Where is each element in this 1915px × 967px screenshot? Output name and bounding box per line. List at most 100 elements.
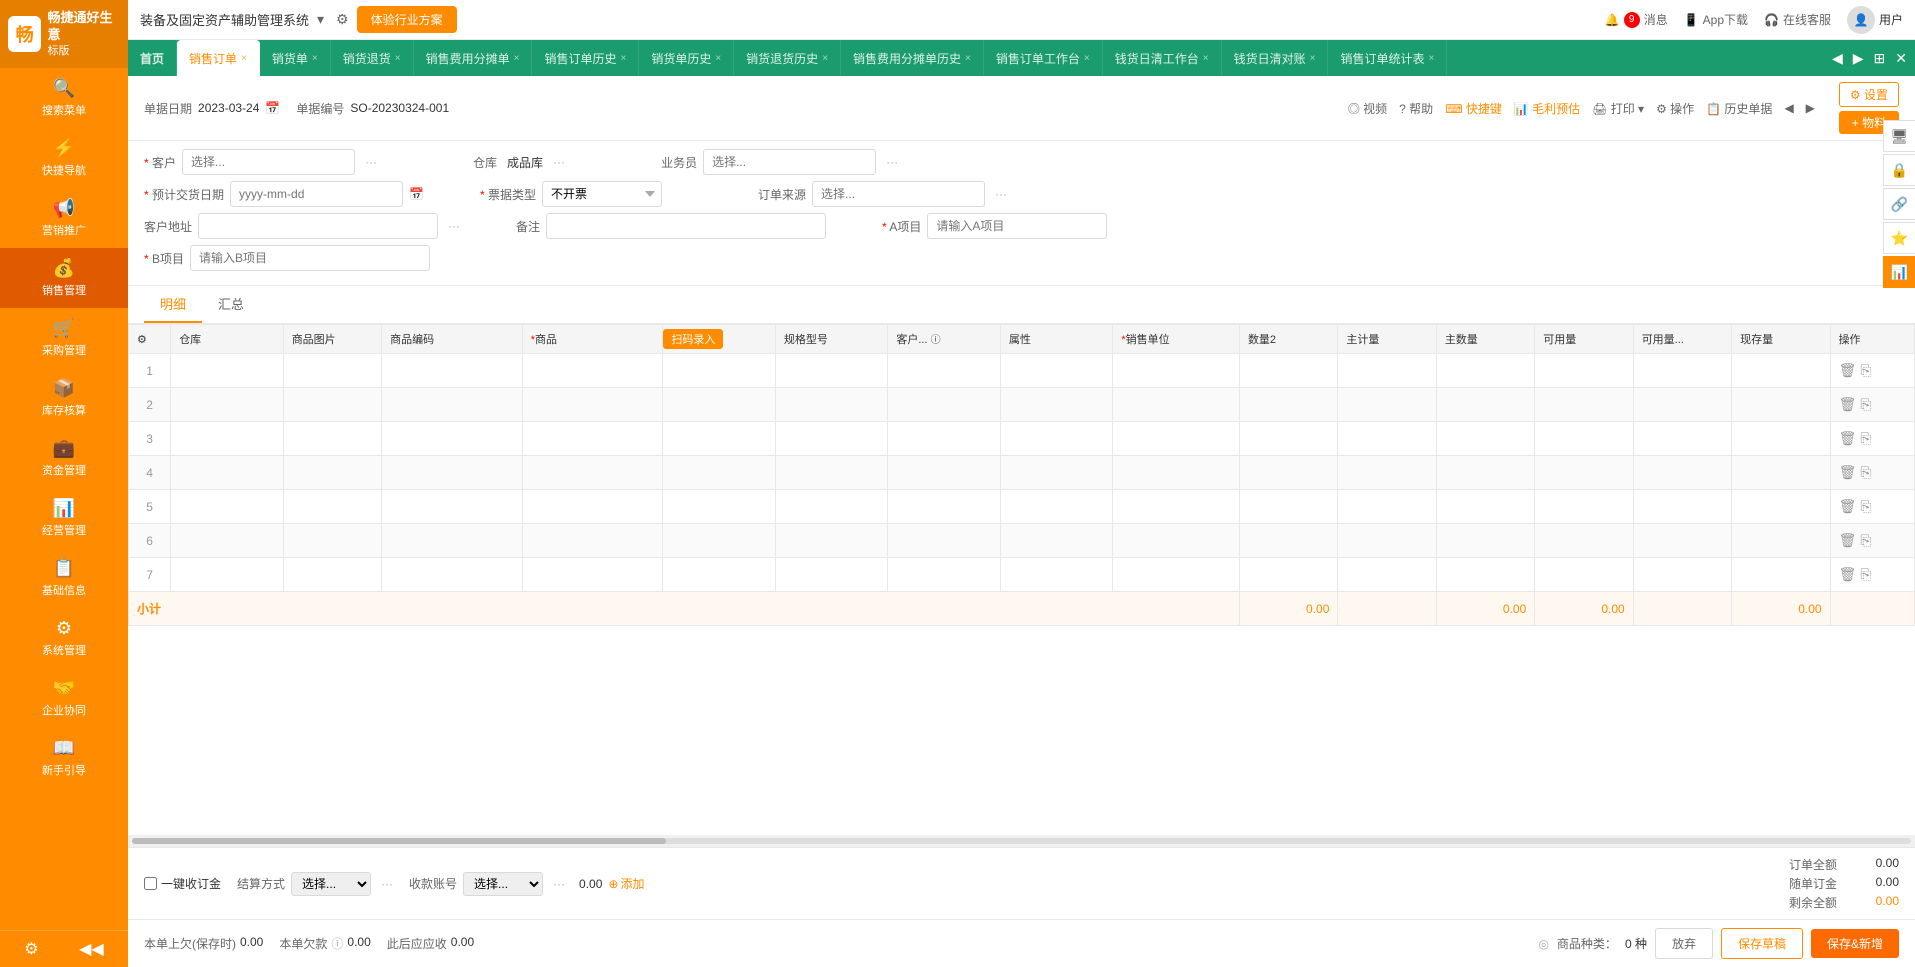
cell-available2[interactable] <box>1633 490 1731 524</box>
delivery-calendar-icon[interactable]: 📅 <box>409 187 424 201</box>
customer-input[interactable] <box>182 149 355 175</box>
cell-current[interactable] <box>1732 354 1830 388</box>
notification-item[interactable]: 🔔 9 消息 <box>1605 11 1668 28</box>
cell-available2[interactable] <box>1633 558 1731 592</box>
cell-main-qty[interactable] <box>1436 354 1534 388</box>
cell-spec[interactable] <box>775 354 888 388</box>
address-more-icon[interactable]: ··· <box>448 219 460 233</box>
cell-current[interactable] <box>1732 388 1830 422</box>
cell-qty2[interactable] <box>1239 558 1337 592</box>
checkout-method-select[interactable]: 选择... <box>291 872 371 896</box>
cell-unit[interactable] <box>1113 456 1240 490</box>
cell-main-unit[interactable] <box>1338 558 1436 592</box>
copy-icon[interactable]: ⎘ <box>1860 430 1871 447</box>
tab-menu-icon[interactable]: ⊞ <box>1870 48 1890 69</box>
cell-product[interactable] <box>522 524 663 558</box>
cell-unit[interactable] <box>1113 422 1240 456</box>
scroll-thumb[interactable] <box>132 838 666 844</box>
tab-销售费用分摊单历史[interactable]: 销售费用分摊单历史× <box>841 40 984 76</box>
cell-warehouse[interactable] <box>171 558 284 592</box>
tab-销售订单[interactable]: 销售订单× <box>177 40 260 76</box>
cell-qty2[interactable] <box>1239 354 1337 388</box>
cell-code[interactable] <box>382 422 523 456</box>
tab-close-btn[interactable]: × <box>1084 53 1090 64</box>
cell-qty2[interactable] <box>1239 490 1337 524</box>
tab-close-btn[interactable]: × <box>395 53 401 64</box>
tab-close-btn[interactable]: × <box>1310 53 1316 64</box>
cell-product[interactable] <box>522 456 663 490</box>
cell-product[interactable] <box>522 388 663 422</box>
checkout-more-icon[interactable]: ··· <box>381 877 393 891</box>
save-button[interactable]: 保存&新增 <box>1811 929 1899 958</box>
cell-customer-col[interactable] <box>888 422 1001 456</box>
cell-main-unit[interactable] <box>1338 388 1436 422</box>
cell-product[interactable] <box>522 422 663 456</box>
cell-available[interactable] <box>1535 388 1633 422</box>
tab-close-btn[interactable]: × <box>1428 53 1434 64</box>
shortcut-btn[interactable]: ⌨ 快捷键 <box>1445 100 1502 117</box>
discard-button[interactable]: 放弃 <box>1655 928 1713 959</box>
tab-close-btn[interactable]: × <box>715 53 721 64</box>
date-value[interactable]: 2023-03-24 <box>198 101 259 115</box>
tab-next-arrow[interactable]: ▶ <box>1849 48 1868 69</box>
cell-code[interactable] <box>382 354 523 388</box>
cell-spec[interactable] <box>775 524 888 558</box>
account-select[interactable]: 选择... <box>463 872 543 896</box>
cell-available[interactable] <box>1535 422 1633 456</box>
tab-销售费用分摊单[interactable]: 销售费用分摊单× <box>414 40 533 76</box>
cell-main-qty[interactable] <box>1436 490 1534 524</box>
cell-code[interactable] <box>382 490 523 524</box>
cell-spec[interactable] <box>775 388 888 422</box>
tab-销货单历史[interactable]: 销货单历史× <box>639 40 734 76</box>
invoice-type-select[interactable]: 不开票 <box>542 181 662 207</box>
cell-qty2[interactable] <box>1239 388 1337 422</box>
calendar-icon[interactable]: 📅 <box>265 101 280 115</box>
sidebar-item-库存核算[interactable]: 📦库存核算 <box>0 368 128 428</box>
one-click-checkout-checkbox[interactable]: 一键收订金 <box>144 875 221 892</box>
dropdown-icon[interactable]: ▾ <box>317 11 324 28</box>
cell-product[interactable] <box>522 354 663 388</box>
remarks-input[interactable] <box>546 213 826 239</box>
cell-available2[interactable] <box>1633 422 1731 456</box>
tab-summary[interactable]: 汇总 <box>202 286 260 323</box>
ops-btn[interactable]: ⚙ 操作 <box>1656 100 1694 117</box>
cell-available[interactable] <box>1535 456 1633 490</box>
order-source-input[interactable] <box>812 181 985 207</box>
cell-main-unit[interactable] <box>1338 456 1436 490</box>
cell-product[interactable] <box>522 558 663 592</box>
sidebar-item-搜索菜单[interactable]: 🔍搜索菜单 <box>0 68 128 128</box>
sidebar-item-经营管理[interactable]: 📊经营管理 <box>0 488 128 548</box>
cell-attr[interactable] <box>1000 354 1113 388</box>
one-click-checkout-check[interactable] <box>144 877 157 890</box>
user-menu[interactable]: 👤 用户 <box>1847 6 1903 34</box>
cell-qty2[interactable] <box>1239 422 1337 456</box>
trial-btn[interactable]: 体验行业方案 <box>357 6 457 33</box>
a-project-input[interactable] <box>927 213 1107 239</box>
cell-customer-col[interactable] <box>888 456 1001 490</box>
cell-code[interactable] <box>382 456 523 490</box>
tab-销售订单统计表[interactable]: 销售订单统计表× <box>1328 40 1447 76</box>
cell-main-qty[interactable] <box>1436 422 1534 456</box>
delivery-date-input[interactable] <box>230 181 403 207</box>
sidebar-item-营销推广[interactable]: 📢营销推广 <box>0 188 128 248</box>
cell-main-qty[interactable] <box>1436 524 1534 558</box>
cell-current[interactable] <box>1732 422 1830 456</box>
draft-button[interactable]: 保存草稿 <box>1721 928 1803 959</box>
cell-main-qty[interactable] <box>1436 456 1534 490</box>
tab-detail[interactable]: 明细 <box>144 286 202 323</box>
cell-warehouse[interactable] <box>171 354 284 388</box>
cell-current[interactable] <box>1732 524 1830 558</box>
delete-icon[interactable]: 🗑 <box>1839 532 1857 549</box>
tab-close-btn[interactable]: × <box>620 53 626 64</box>
cell-image[interactable] <box>283 524 381 558</box>
copy-icon[interactable]: ⎘ <box>1860 464 1871 481</box>
delete-icon[interactable]: 🗑 <box>1839 430 1857 447</box>
account-more-icon[interactable]: ··· <box>553 877 565 891</box>
sidebar-item-企业协同[interactable]: 🤝企业协同 <box>0 668 128 728</box>
right-panel-link-icon[interactable]: 🔗 <box>1883 188 1915 220</box>
cell-customer-col[interactable] <box>888 524 1001 558</box>
customer-more-icon[interactable]: ··· <box>365 155 377 169</box>
settings-icon[interactable]: ⚙ <box>24 939 38 959</box>
cell-available[interactable] <box>1535 490 1633 524</box>
order-source-more-icon[interactable]: ··· <box>995 187 1007 201</box>
